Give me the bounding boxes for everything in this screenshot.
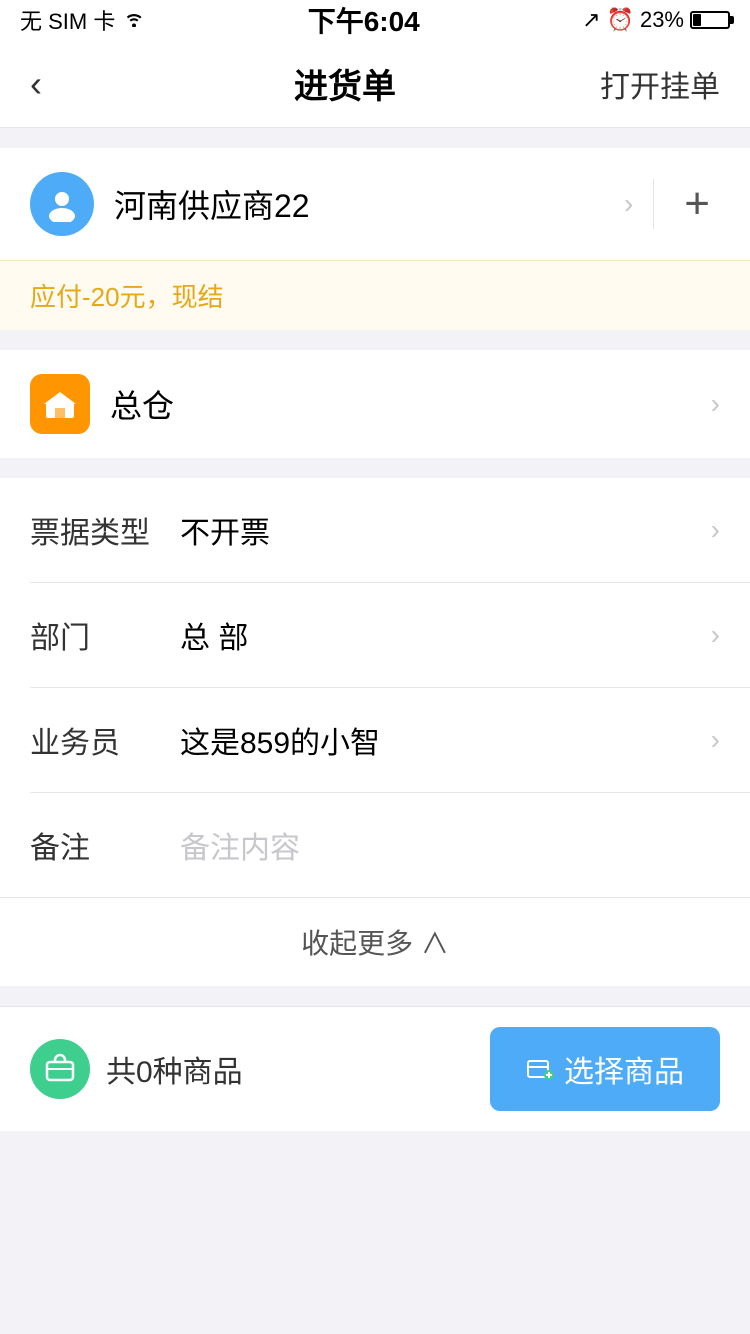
wifi-icon <box>123 7 145 33</box>
salesperson-chevron-icon: › <box>711 724 720 756</box>
salesperson-value: 这是859的小智 <box>170 718 701 762</box>
bottom-bar: 共0种商品 选择商品 <box>0 1006 750 1131</box>
supplier-name: 河南供应商22 <box>114 181 614 227</box>
product-count-text: 共0种商品 <box>106 1047 243 1091</box>
invoice-type-chevron-icon: › <box>711 514 720 546</box>
warehouse-section: 总仓 › <box>0 350 750 458</box>
department-value: 总 部 <box>170 613 701 657</box>
open-pending-button[interactable]: 打开挂单 <box>600 62 720 106</box>
remark-row[interactable]: 备注 备注内容 <box>0 793 750 897</box>
warehouse-name: 总仓 <box>110 381 701 427</box>
product-count-area: 共0种商品 <box>30 1039 243 1099</box>
supplier-chevron-icon: › <box>624 188 633 220</box>
section-gap-2 <box>0 330 750 350</box>
form-section: 票据类型 不开票 › 部门 总 部 › 业务员 这是859的小智 › 备注 备注… <box>0 478 750 986</box>
warehouse-chevron-icon: › <box>711 388 720 420</box>
salesperson-label: 业务员 <box>30 718 170 762</box>
salesperson-row[interactable]: 业务员 这是859的小智 › <box>0 688 750 792</box>
location-icon: ↗ <box>582 7 600 33</box>
collapse-row: 收起更多 ∧ <box>0 897 750 986</box>
invoice-type-label: 票据类型 <box>30 508 170 552</box>
alarm-icon: ⏰ <box>607 7 634 33</box>
select-product-button[interactable]: 选择商品 <box>490 1027 720 1111</box>
department-chevron-icon: › <box>711 619 720 651</box>
invoice-type-row[interactable]: 票据类型 不开票 › <box>0 478 750 582</box>
status-bar: 无 SIM 卡 下午6:04 ↗ ⏰ 23% <box>0 0 750 40</box>
warehouse-icon <box>30 374 90 434</box>
battery-icon <box>690 11 730 29</box>
section-gap-3 <box>0 458 750 478</box>
section-gap-1 <box>0 128 750 148</box>
remark-label: 备注 <box>30 823 170 867</box>
status-time: 下午6:04 <box>308 0 420 40</box>
page-title: 进货单 <box>294 59 396 108</box>
remark-input[interactable]: 备注内容 <box>170 823 720 867</box>
department-label: 部门 <box>30 613 170 657</box>
department-row[interactable]: 部门 总 部 › <box>0 583 750 687</box>
back-button[interactable]: ‹ <box>30 63 90 105</box>
supplier-section: 河南供应商22 › + 应付-20元，现结 <box>0 148 750 330</box>
supplier-avatar <box>30 172 94 236</box>
warehouse-row[interactable]: 总仓 › <box>0 350 750 458</box>
battery-percent: 23% <box>640 7 684 33</box>
nav-bar: ‹ 进货单 打开挂单 <box>0 40 750 128</box>
collapse-button[interactable]: 收起更多 ∧ <box>301 922 449 962</box>
invoice-type-value: 不开票 <box>170 508 701 552</box>
supplier-row[interactable]: 河南供应商22 › + <box>0 148 750 260</box>
status-left: 无 SIM 卡 <box>20 4 145 36</box>
supplier-divider <box>653 179 654 229</box>
add-supplier-button[interactable]: + <box>674 179 720 229</box>
select-product-label: 选择商品 <box>564 1047 684 1091</box>
no-sim-text: 无 SIM 卡 <box>20 4 115 36</box>
status-right: ↗ ⏰ 23% <box>582 7 730 33</box>
payment-notice: 应付-20元，现结 <box>0 260 750 330</box>
product-icon <box>30 1039 90 1099</box>
